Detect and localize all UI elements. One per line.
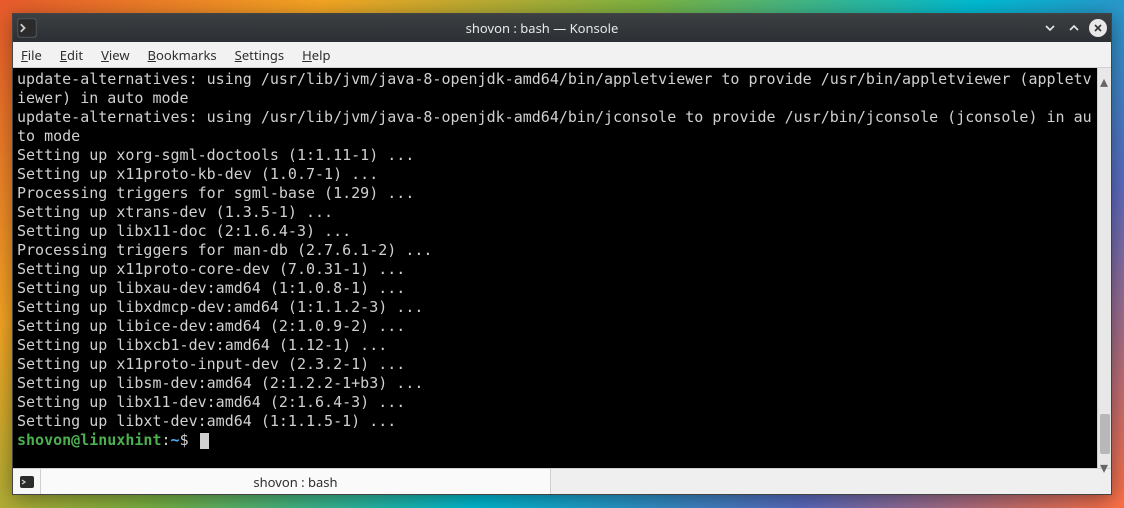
menubar: File Edit View Bookmarks Settings Help: [13, 42, 1111, 68]
konsole-window: shovon : bash — Konsole File Edit View B…: [12, 13, 1112, 495]
menu-help[interactable]: Help: [302, 46, 330, 64]
scroll-down-icon[interactable]: ▾: [1100, 456, 1110, 466]
window-controls: [1041, 19, 1107, 37]
close-icon: [1092, 22, 1104, 34]
scrollbar[interactable]: ▴ ▾: [1097, 68, 1111, 468]
minimize-button[interactable]: [1041, 19, 1059, 37]
tabbar: shovon : bash: [13, 468, 1111, 494]
menu-view[interactable]: View: [101, 46, 129, 64]
maximize-button[interactable]: [1065, 19, 1083, 37]
menu-edit[interactable]: Edit: [60, 46, 83, 64]
scrollbar-thumb[interactable]: [1100, 414, 1110, 454]
app-icon: [17, 18, 37, 38]
tab-active[interactable]: shovon : bash: [41, 469, 551, 494]
window-title: shovon : bash — Konsole: [43, 19, 1041, 37]
terminal-icon: [19, 474, 35, 490]
close-button[interactable]: [1089, 19, 1107, 37]
menu-settings[interactable]: Settings: [235, 46, 284, 64]
new-tab-button[interactable]: [13, 469, 41, 494]
chevron-up-icon: [1068, 22, 1080, 34]
scroll-up-icon[interactable]: ▴: [1100, 70, 1110, 80]
terminal-icon: [17, 18, 37, 38]
terminal-area: update-alternatives: using /usr/lib/jvm/…: [13, 68, 1111, 468]
menu-bookmarks[interactable]: Bookmarks: [148, 46, 217, 64]
terminal-cursor: [200, 433, 209, 449]
terminal-output[interactable]: update-alternatives: using /usr/lib/jvm/…: [13, 68, 1097, 468]
menu-file[interactable]: File: [21, 46, 42, 64]
titlebar[interactable]: shovon : bash — Konsole: [13, 14, 1111, 42]
tab-label: shovon : bash: [253, 473, 337, 491]
chevron-down-icon: [1044, 22, 1056, 34]
